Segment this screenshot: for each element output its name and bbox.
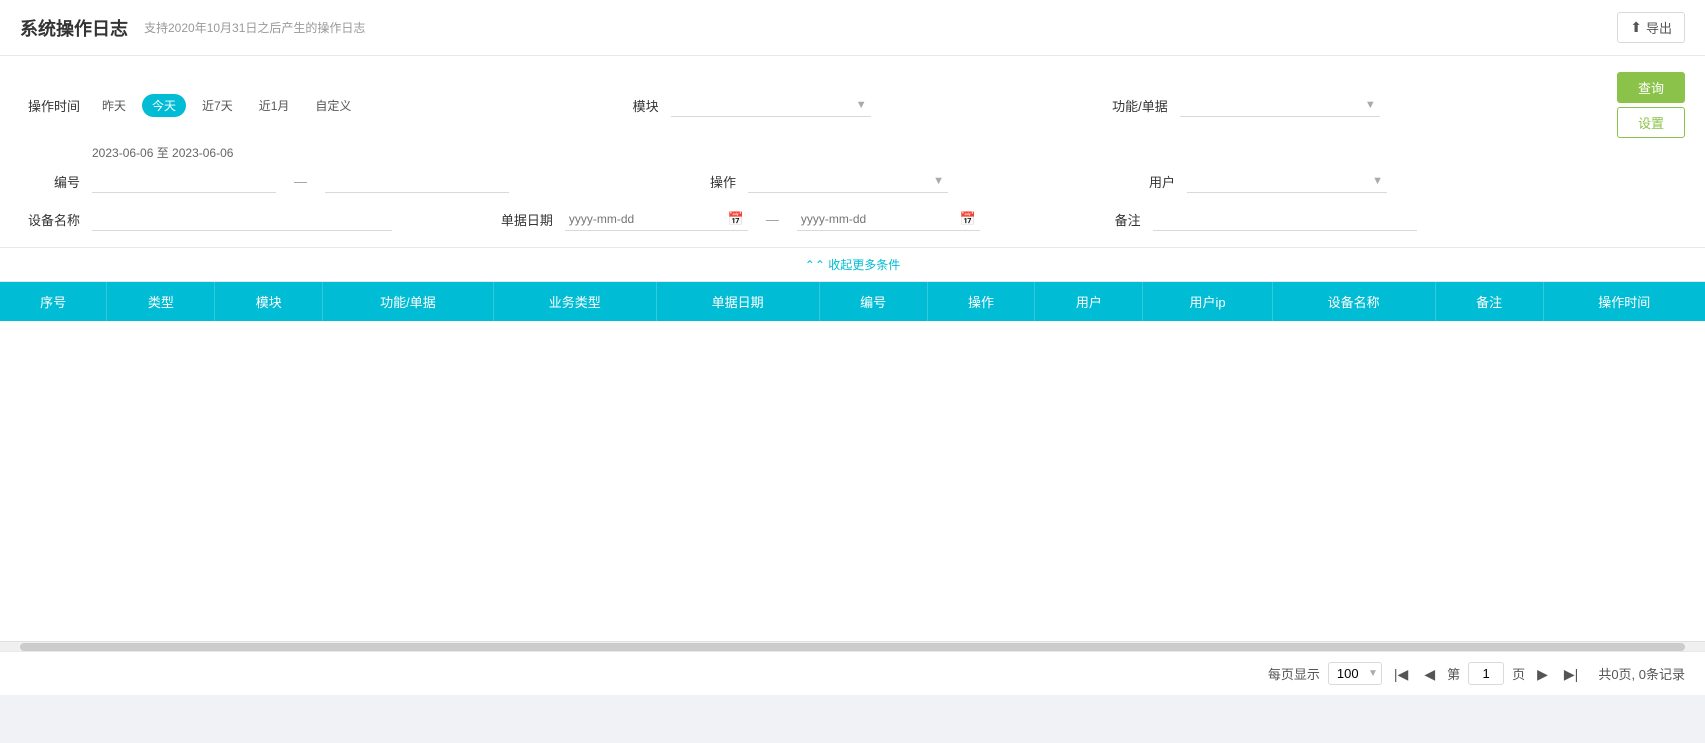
date-from-wrapper: 📅 [565,208,748,231]
module-select[interactable] [671,93,871,117]
table-container: 序号 类型 模块 功能/单据 业务类型 单据日期 编号 操作 用户 用户ip 设… [0,282,1705,641]
collapse-icon: ⌃⌃ [805,258,825,272]
export-label: 导出 [1646,18,1672,37]
page-subtitle: 支持2020年10月31日之后产生的操作日志 [144,19,365,36]
scrollbar-inner [0,643,1705,651]
date-to-input[interactable] [797,208,980,231]
user-select[interactable] [1187,169,1387,193]
time-btn-1month[interactable]: 近1月 [249,94,300,117]
collapse-label: 收起更多条件 [828,258,900,272]
col-num: 编号 [819,282,927,321]
col-user: 用户 [1035,282,1143,321]
filter-panel: 操作时间 昨天 今天 近7天 近1月 自定义 模块 ▼ 功能/单据 ▼ 查询 [0,56,1705,248]
col-module: 模块 [215,282,323,321]
col-biz-type: 业务类型 [493,282,656,321]
user-select-wrapper: ▼ [1187,169,1387,193]
table-header: 序号 类型 模块 功能/单据 业务类型 单据日期 编号 操作 用户 用户ip 设… [0,282,1705,321]
col-function: 功能/单据 [323,282,494,321]
filter-row-3: 设备名称 单据日期 📅 — 📅 备注 [20,207,1685,231]
function-select[interactable] [1180,93,1380,117]
operation-select-wrapper: ▼ [748,169,948,193]
query-button[interactable]: 查询 [1617,72,1685,103]
date-to-wrapper: 📅 [797,208,980,231]
page-title: 系统操作日志 [20,15,128,41]
main-content: 序号 类型 模块 功能/单据 业务类型 单据日期 编号 操作 用户 用户ip 设… [0,282,1705,695]
module-label: 模块 [599,96,659,115]
col-doc-date: 单据日期 [656,282,819,321]
col-type: 类型 [107,282,215,321]
filter-row-2: 编号 — 操作 ▼ 用户 ▼ [20,169,1685,193]
device-input[interactable] [92,207,392,231]
time-buttons: 昨天 今天 近7天 近1月 自定义 [92,94,361,117]
date-range-text: 2023-06-06 至 2023-06-06 [92,146,233,160]
time-label: 操作时间 [20,96,80,115]
per-page-select[interactable]: 10 20 50 100 200 [1328,662,1382,685]
col-device: 设备名称 [1272,282,1435,321]
num-dash: — [288,174,313,189]
date-dash: — [760,212,785,227]
total-label: 共0页, 0条记录 [1598,664,1685,683]
last-page-button[interactable]: ▶| [1560,665,1582,683]
first-page-button[interactable]: |◀ [1390,665,1412,683]
num-input-to[interactable] [325,169,509,193]
num-label: 编号 [20,172,80,191]
export-icon: ⬆ [1630,19,1642,36]
time-btn-today[interactable]: 今天 [142,94,186,117]
export-button[interactable]: ⬆ 导出 [1617,12,1685,43]
data-table: 序号 类型 模块 功能/单据 业务类型 单据日期 编号 操作 用户 用户ip 设… [0,282,1705,321]
operation-label: 操作 [676,172,736,191]
page-input[interactable] [1468,662,1504,685]
user-label: 用户 [1115,172,1175,191]
col-seq: 序号 [0,282,107,321]
time-btn-yesterday[interactable]: 昨天 [92,94,136,117]
module-select-wrapper: ▼ [671,93,871,117]
time-btn-7days[interactable]: 近7天 [192,94,243,117]
page-suffix: 页 [1512,664,1525,683]
page-label: 第 [1447,664,1460,683]
date-from-input[interactable] [565,208,748,231]
time-btn-custom[interactable]: 自定义 [305,94,361,117]
prev-page-button[interactable]: ◀ [1420,665,1439,683]
document-date-label: 单据日期 [493,210,553,229]
table-header-row: 序号 类型 模块 功能/单据 业务类型 单据日期 编号 操作 用户 用户ip 设… [0,282,1705,321]
operation-select[interactable] [748,169,948,193]
page-header: 系统操作日志 支持2020年10月31日之后产生的操作日志 ⬆ 导出 [0,0,1705,56]
col-remark: 备注 [1435,282,1543,321]
col-op-time: 操作时间 [1543,282,1705,321]
pagination-footer: 每页显示 10 20 50 100 200 ▼ |◀ ◀ 第 页 ▶ ▶| 共0… [0,651,1705,695]
remark-label: 备注 [1081,210,1141,229]
next-page-button[interactable]: ▶ [1533,665,1552,683]
device-label: 设备名称 [20,210,80,229]
col-operation: 操作 [927,282,1035,321]
per-page-wrapper: 10 20 50 100 200 ▼ [1328,662,1382,685]
collapse-bar[interactable]: ⌃⌃ 收起更多条件 [0,248,1705,282]
function-select-wrapper: ▼ [1180,93,1380,117]
num-input-from[interactable] [92,169,276,193]
function-label: 功能/单据 [1108,96,1168,115]
filter-row-1: 操作时间 昨天 今天 近7天 近1月 自定义 模块 ▼ 功能/单据 ▼ 查询 [20,72,1685,138]
scrollbar-thumb [20,643,1685,651]
remark-input[interactable] [1153,207,1417,231]
col-user-ip: 用户ip [1143,282,1272,321]
per-page-label: 每页显示 [1268,664,1320,683]
horizontal-scrollbar[interactable] [0,641,1705,651]
settings-button[interactable]: 设置 [1617,107,1685,138]
empty-area [0,321,1705,641]
action-buttons: 查询 设置 [1617,72,1685,138]
